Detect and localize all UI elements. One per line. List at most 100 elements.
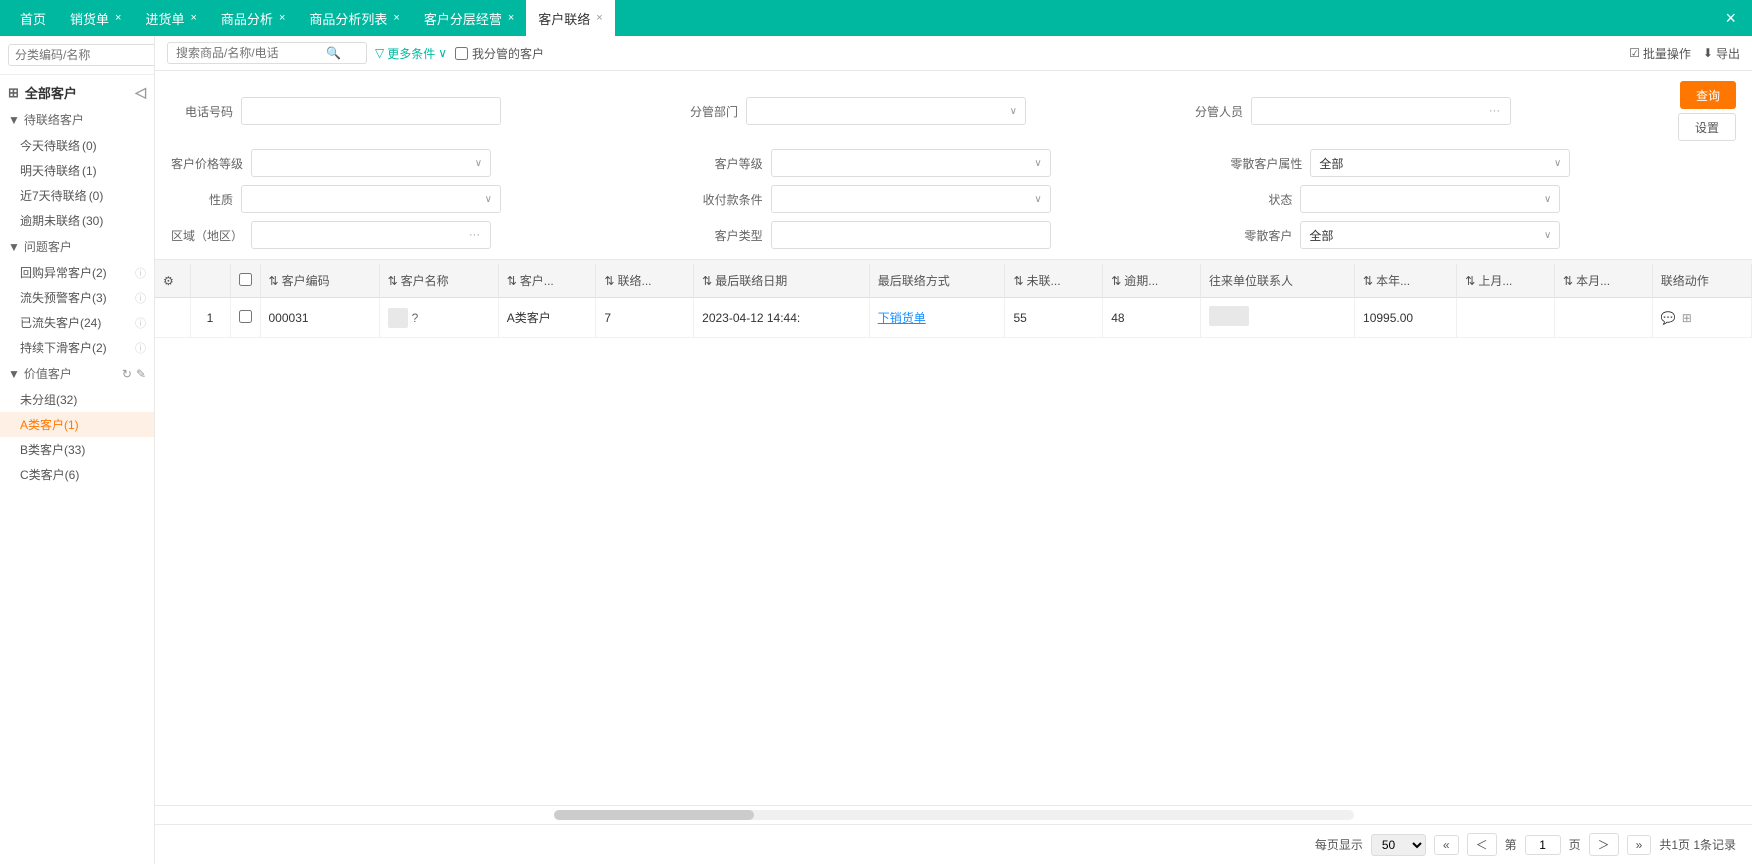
sidebar-item-7days[interactable]: 近7天待联络(0) — [0, 183, 154, 208]
main-layout: 🔍 ⊞ 全部客户 ◁ ▼ 待联络客户 今天待联络(0) 明天待联络(1) 近7天… — [0, 36, 1752, 864]
action-icons-cell: 💬 ⊞ — [1661, 311, 1743, 325]
filter-phone-input[interactable] — [241, 97, 501, 125]
sidebar-item-unclassified[interactable]: 未分组(32) — [0, 387, 154, 412]
next-page-button[interactable]: ＞ — [1589, 833, 1619, 856]
toolbar-search-icon[interactable]: 🔍 — [326, 46, 341, 60]
sidebar-pending-section[interactable]: ▼ 待联络客户 — [0, 106, 154, 133]
filter-manager-input[interactable]: ··· — [1251, 97, 1511, 125]
td-type: A类客户 — [498, 298, 596, 338]
filter-nature: 性质 ∨ — [171, 185, 677, 213]
nav-customer-segment[interactable]: 客户分层经营 × — [412, 0, 526, 36]
close-customer-contact-icon[interactable]: × — [596, 12, 602, 24]
sidebar-item-class-a[interactable]: A类客户(1) — [0, 412, 154, 437]
filter-status-select[interactable]: ∨ — [1300, 185, 1560, 213]
sidebar-item-class-c[interactable]: C类客户(6) — [0, 462, 154, 487]
my-customer-checkbox[interactable] — [455, 47, 468, 60]
close-product-list-icon[interactable]: × — [393, 12, 399, 24]
page-number-input[interactable] — [1525, 835, 1561, 855]
sidebar-item-declining[interactable]: 持续下滑客户(2) ⓘ — [0, 335, 154, 360]
last-method-link[interactable]: 下销货单 — [878, 311, 926, 325]
first-page-button[interactable]: « — [1434, 835, 1459, 855]
close-sales-icon[interactable]: × — [115, 12, 121, 24]
select-all-checkbox[interactable] — [239, 273, 252, 286]
filter-customer-level-label: 客户等级 — [701, 155, 771, 172]
filter-nature-select[interactable]: ∨ — [241, 185, 501, 213]
filter-customer-type-input[interactable] — [771, 221, 1051, 249]
sidebar-item-churned[interactable]: 已流失客户(24) ⓘ — [0, 310, 154, 335]
td-this-year: 10995.00 — [1355, 298, 1457, 338]
per-page-select[interactable]: 50 20 100 — [1371, 834, 1426, 856]
region-more-icon: ··· — [469, 229, 480, 241]
filter-customer-level-select[interactable]: ∨ — [771, 149, 1051, 177]
gear-icon[interactable]: ⚙ — [163, 274, 174, 288]
sidebar-item-repurchase-abnormal[interactable]: 回购异常客户(2) ⓘ — [0, 260, 154, 285]
filter-retail-attr-label: 零散客户属性 — [1230, 155, 1310, 172]
filter-retail-customer-select[interactable]: 全部 ∨ — [1300, 221, 1560, 249]
sidebar-value-section[interactable]: ▼ 价值客户 ↻ ✎ — [0, 360, 154, 387]
batch-op-button[interactable]: ☑ 批量操作 — [1629, 45, 1691, 62]
pagination: 每页显示 50 20 100 « ＜ 第 页 ＞ » 共1页 1条记录 — [155, 824, 1752, 864]
filter-price-level-select[interactable]: ∨ — [251, 149, 491, 177]
sidebar-item-tomorrow[interactable]: 明天待联络(1) — [0, 158, 154, 183]
retail-customer-dropdown-icon: ∨ — [1544, 230, 1551, 241]
more-filter-button[interactable]: ▽ 更多条件 ∨ — [375, 45, 447, 62]
sidebar-item-churn-warning[interactable]: 流失预警客户(3) ⓘ — [0, 285, 154, 310]
filter-region-select[interactable]: ··· — [251, 221, 491, 249]
table-wrapper: ⚙ ⇅客户编码 ⇅客户名称 — [155, 264, 1752, 864]
filter-dept-select[interactable]: ∨ — [746, 97, 1026, 125]
filter-phone: 电话号码 — [171, 97, 652, 125]
my-customer-checkbox-area[interactable]: 我分管的客户 — [455, 45, 544, 62]
th-contact: ⇅联络... — [596, 264, 694, 298]
sidebar-search-input[interactable] — [8, 44, 155, 66]
edit-icon[interactable]: ✎ — [136, 367, 146, 381]
td-no-contact: 55 — [1005, 298, 1103, 338]
total-label: 共1页 1条记录 — [1659, 836, 1736, 853]
query-button[interactable]: 查询 — [1680, 81, 1736, 109]
sidebar-item-class-b[interactable]: B类客户(33) — [0, 437, 154, 462]
prev-page-button[interactable]: ＜ — [1467, 833, 1497, 856]
content-area: 🔍 ▽ 更多条件 ∨ 我分管的客户 ☑ 批量操作 ⬇ 导出 — [155, 36, 1752, 864]
filter-payment-select[interactable]: ∨ — [771, 185, 1051, 213]
last-page-button[interactable]: » — [1627, 835, 1652, 855]
retail-attr-dropdown-icon: ∨ — [1554, 158, 1561, 169]
filter-row-1: 电话号码 分管部门 ∨ 分管人员 ··· — [171, 81, 1736, 141]
td-code: 000031 — [260, 298, 379, 338]
close-product-analysis-icon[interactable]: × — [279, 12, 285, 24]
close-customer-segment-icon[interactable]: × — [508, 12, 514, 24]
export-icon: ⬇ — [1703, 46, 1713, 60]
td-this-month — [1555, 298, 1653, 338]
chat-action-icon[interactable]: 💬 — [1661, 311, 1676, 325]
close-all-button[interactable]: × — [1717, 8, 1744, 29]
export-button[interactable]: ⬇ 导出 — [1703, 45, 1740, 62]
nav-home[interactable]: 首页 — [8, 0, 58, 36]
td-index: 1 — [190, 298, 230, 338]
nav-product-list[interactable]: 商品分析列表 × — [297, 0, 411, 36]
sort-code-icon: ⇅ — [269, 274, 279, 288]
sort-nocontact-icon: ⇅ — [1013, 274, 1023, 288]
filter-retail-attr-select[interactable]: 全部 ∨ — [1310, 149, 1570, 177]
toolbar-search-input[interactable] — [176, 46, 326, 60]
filter-row-2: 客户价格等级 ∨ 客户等级 ∨ 零散客户属性 — [171, 149, 1736, 177]
grid-action-icon[interactable]: ⊞ — [1682, 311, 1692, 325]
nav-customer-contact[interactable]: 客户联络 × — [526, 0, 614, 36]
nav-purchase[interactable]: 进货单 × — [133, 0, 208, 36]
row-checkbox[interactable] — [239, 310, 252, 323]
refresh-icon[interactable]: ↻ — [122, 367, 132, 381]
value-section-actions: ↻ ✎ — [122, 367, 146, 381]
customer-level-dropdown-icon: ∨ — [1034, 158, 1041, 169]
settings-button[interactable]: 设置 — [1678, 113, 1736, 141]
filter-payment-label: 收付款条件 — [701, 191, 771, 208]
sidebar-item-today[interactable]: 今天待联络(0) — [0, 133, 154, 158]
nav-product-analysis[interactable]: 商品分析 × — [209, 0, 297, 36]
sidebar-all-customers-header[interactable]: ⊞ 全部客户 ◁ — [0, 75, 154, 106]
sidebar-problem-section[interactable]: ▼ 问题客户 — [0, 233, 154, 260]
td-name: ? — [379, 298, 498, 338]
sidebar-collapse-icon[interactable]: ◁ — [135, 84, 146, 101]
nav-sales[interactable]: 销货单 × — [58, 0, 133, 36]
sidebar-item-overdue[interactable]: 逾期未联络(30) — [0, 208, 154, 233]
sort-lastmonth-icon: ⇅ — [1465, 274, 1475, 288]
scroll-thumb[interactable] — [554, 810, 754, 820]
td-gear — [155, 298, 190, 338]
close-purchase-icon[interactable]: × — [190, 12, 196, 24]
sort-date-icon: ⇅ — [702, 274, 712, 288]
